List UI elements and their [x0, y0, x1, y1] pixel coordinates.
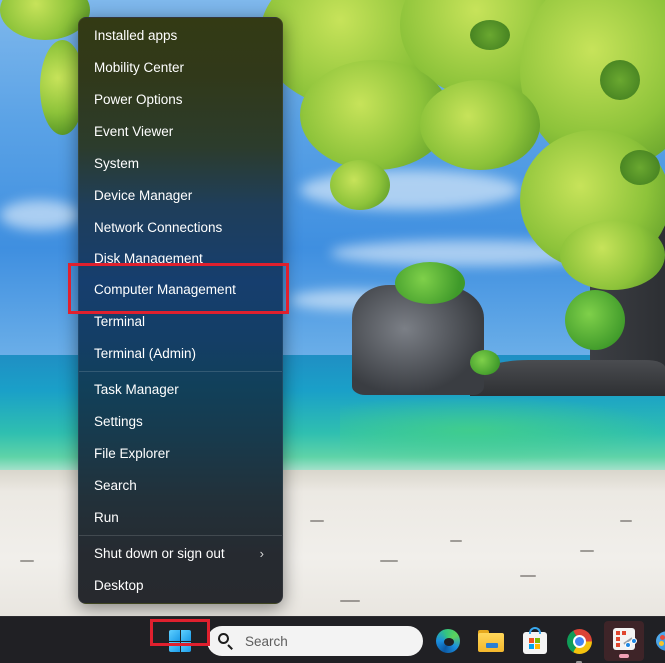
store-icon	[523, 627, 547, 654]
chrome-icon	[566, 628, 592, 654]
menu-item-label: Task Manager	[94, 382, 179, 397]
paint-icon	[656, 631, 665, 651]
wallpaper-foliage	[470, 20, 510, 50]
taskbar-app-file-explorer[interactable]	[475, 625, 507, 657]
menu-item-settings[interactable]: Settings	[79, 406, 282, 438]
taskbar-search-box[interactable]: Search	[207, 626, 423, 656]
taskbar-app-store[interactable]	[519, 625, 551, 657]
menu-item-label: Terminal (Admin)	[94, 346, 197, 361]
menu-item-label: Event Viewer	[94, 124, 174, 139]
wallpaper-foliage	[620, 150, 660, 185]
wallpaper-cloud	[0, 200, 80, 230]
menu-item-system[interactable]: System	[79, 148, 282, 180]
menu-item-terminal[interactable]: Terminal	[79, 306, 282, 338]
menu-item-device-manager[interactable]: Device Manager	[79, 180, 282, 212]
taskbar-app-snipping-tool[interactable]	[604, 621, 644, 661]
menu-item-shut-down-or-sign-out[interactable]: Shut down or sign out ›	[79, 538, 282, 570]
search-icon	[217, 632, 235, 650]
menu-item-label: Shut down or sign out	[94, 546, 225, 561]
taskbar-app-edge[interactable]	[432, 625, 464, 657]
wallpaper-footprint	[20, 560, 34, 562]
menu-separator	[79, 371, 282, 372]
folder-icon	[478, 630, 504, 652]
wallpaper-bush	[395, 262, 465, 304]
menu-item-installed-apps[interactable]: Installed apps	[79, 20, 282, 52]
chevron-right-icon: ›	[259, 546, 264, 561]
edge-icon	[436, 629, 460, 653]
menu-item-label: System	[94, 156, 140, 171]
menu-item-label: Network Connections	[94, 220, 223, 235]
menu-item-run[interactable]: Run	[79, 502, 282, 534]
menu-item-event-viewer[interactable]: Event Viewer	[79, 116, 282, 148]
menu-item-label: Settings	[94, 414, 143, 429]
wallpaper-footprint	[520, 575, 536, 577]
menu-item-label: Device Manager	[94, 188, 193, 203]
menu-item-disk-management[interactable]: Disk Management	[79, 244, 282, 274]
wallpaper-footprint	[380, 560, 398, 562]
wallpaper-footprint	[580, 550, 594, 552]
windows-logo-icon	[169, 630, 191, 652]
wallpaper-foliage	[330, 160, 390, 210]
active-indicator	[619, 654, 629, 658]
menu-item-search[interactable]: Search	[79, 470, 282, 502]
wallpaper-footprint	[340, 600, 360, 602]
wallpaper-lagoon	[340, 395, 665, 465]
wallpaper-footprint	[620, 520, 632, 522]
menu-item-label: File Explorer	[94, 446, 170, 461]
taskbar-app-chrome[interactable]	[563, 625, 595, 663]
quick-link-context-menu: Installed apps Mobility Center Power Opt…	[78, 17, 283, 604]
menu-item-label: Run	[94, 510, 119, 525]
taskbar: Search	[0, 616, 665, 663]
wallpaper-footprint	[310, 520, 324, 522]
menu-item-label: Desktop	[94, 578, 144, 593]
menu-item-label: Power Options	[94, 92, 183, 107]
wallpaper-foliage	[600, 60, 640, 100]
taskbar-app-paint[interactable]	[652, 625, 665, 657]
search-placeholder: Search	[245, 633, 288, 649]
menu-item-label: Disk Management	[94, 251, 203, 266]
menu-item-file-explorer[interactable]: File Explorer	[79, 438, 282, 470]
menu-item-label: Terminal	[94, 314, 146, 329]
menu-item-label: Computer Management	[94, 282, 236, 297]
wallpaper-foliage	[420, 80, 540, 170]
menu-item-power-options[interactable]: Power Options	[79, 84, 282, 116]
menu-item-label: Mobility Center	[94, 60, 185, 75]
menu-item-label: Installed apps	[94, 28, 178, 43]
menu-item-network-connections[interactable]: Network Connections	[79, 212, 282, 244]
wallpaper-foliage	[560, 220, 665, 290]
menu-item-mobility-center[interactable]: Mobility Center	[79, 52, 282, 84]
start-button[interactable]	[164, 625, 196, 657]
menu-separator	[79, 535, 282, 536]
wallpaper-bush	[470, 350, 500, 375]
menu-item-label: Search	[94, 478, 137, 493]
menu-item-desktop[interactable]: Desktop	[79, 570, 282, 602]
menu-item-task-manager[interactable]: Task Manager	[79, 374, 282, 406]
wallpaper-footprint	[450, 540, 462, 542]
menu-item-terminal-admin[interactable]: Terminal (Admin)	[79, 338, 282, 370]
menu-item-computer-management[interactable]: Computer Management	[79, 274, 282, 306]
snipping-tool-icon	[613, 628, 637, 650]
wallpaper-bush	[565, 290, 625, 350]
